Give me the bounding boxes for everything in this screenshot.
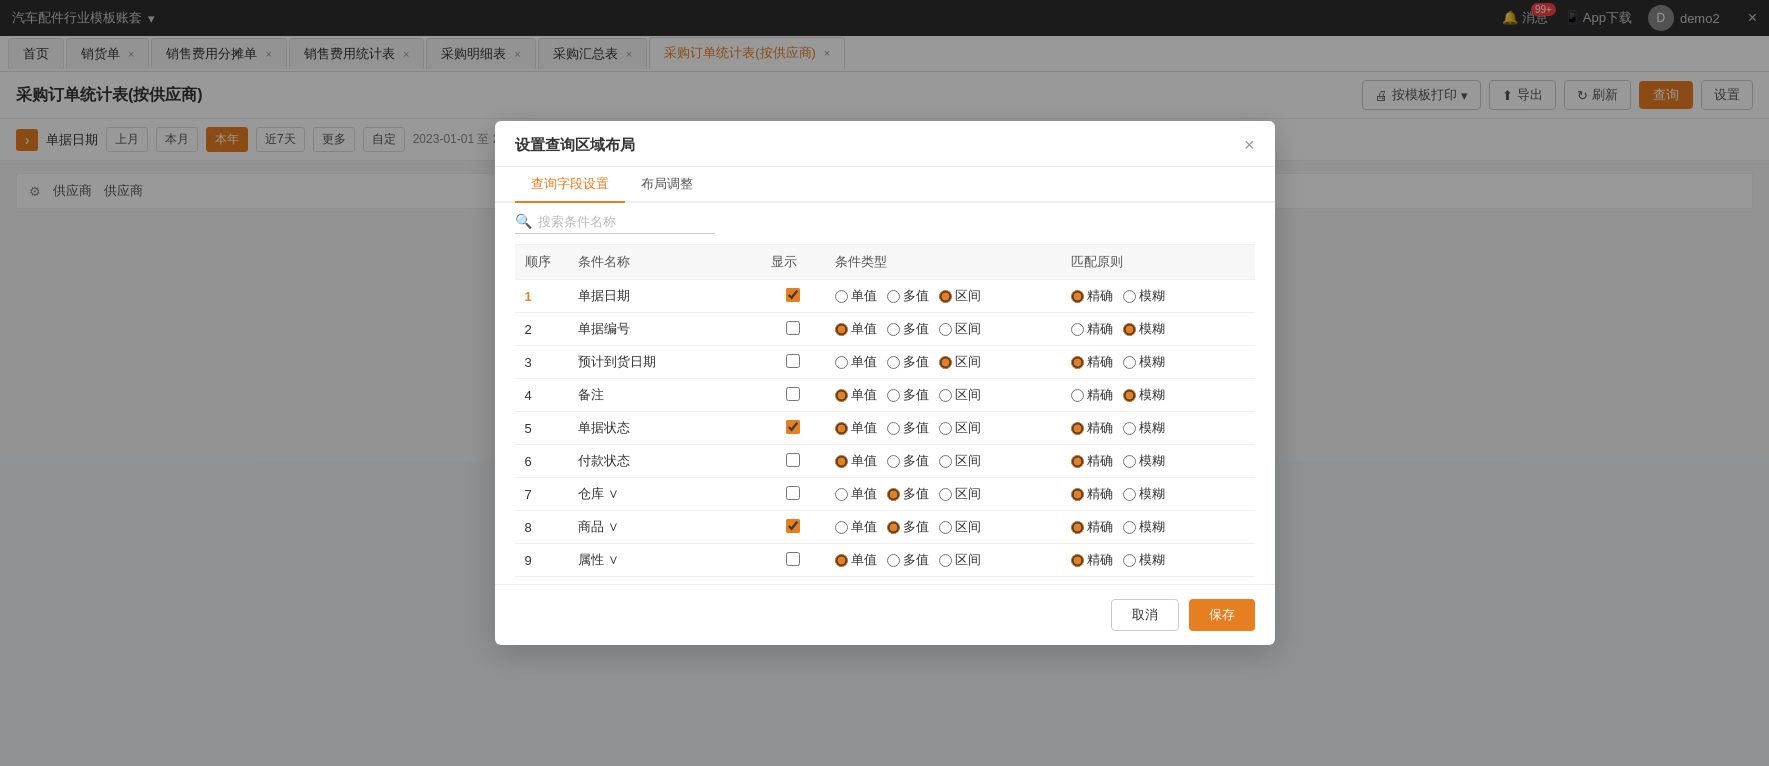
- cell-type: 单值多值区间: [825, 280, 1061, 313]
- modal-close-button[interactable]: ×: [1244, 135, 1255, 166]
- type-radio-多值-4[interactable]: [887, 389, 900, 402]
- type-radio-多值-5[interactable]: [887, 422, 900, 435]
- display-checkbox-6[interactable]: [786, 453, 800, 462]
- order-number: 1: [525, 289, 532, 304]
- cell-order: 5: [515, 412, 569, 445]
- table-row: 1 单据日期 单值多值区间精确模糊: [515, 280, 1255, 313]
- type-radio-单值-3[interactable]: [835, 356, 848, 369]
- display-checkbox-2[interactable]: [786, 321, 800, 335]
- cell-display: [761, 313, 825, 346]
- display-checkbox-4[interactable]: [786, 387, 800, 401]
- cell-name: 备注: [568, 379, 761, 412]
- modal-table: 顺序 条件名称 显示 条件类型 匹配原则 1单据日期单值多值区间精确模糊2单据编…: [515, 244, 1255, 461]
- modal-table-body: 1单据日期单值多值区间精确模糊2单据编号单值多值区间精确模糊3预计到货日期单值多…: [515, 280, 1255, 462]
- cell-type: 单值多值区间: [825, 412, 1061, 445]
- cell-match: 精确模糊: [1061, 445, 1254, 462]
- modal-title: 设置查询区域布局: [515, 136, 635, 165]
- table-row: 5 单据状态 单值多值区间精确模糊: [515, 412, 1255, 445]
- cell-name: 单据日期: [568, 280, 761, 313]
- type-radio-区间-4[interactable]: [939, 389, 952, 402]
- order-number: 6: [525, 454, 532, 462]
- cell-match: 精确模糊: [1061, 412, 1254, 445]
- table-row: 4 备注 单值多值区间精确模糊: [515, 379, 1255, 412]
- cell-match: 精确模糊: [1061, 280, 1254, 313]
- cell-display: [761, 412, 825, 445]
- type-radio-区间-6[interactable]: [939, 455, 952, 462]
- cell-match: 精确模糊: [1061, 313, 1254, 346]
- modal-tabs: 查询字段设置 布局调整: [495, 167, 1275, 203]
- cell-display: [761, 280, 825, 313]
- type-radio-单值-4[interactable]: [835, 389, 848, 402]
- search-icon: 🔍: [515, 213, 532, 229]
- cell-name: 单据状态: [568, 412, 761, 445]
- match-radio-精确-4[interactable]: [1071, 389, 1084, 402]
- search-box: 🔍: [515, 213, 715, 234]
- cell-order: 4: [515, 379, 569, 412]
- th-match: 匹配原则: [1061, 245, 1254, 280]
- type-radio-区间-3[interactable]: [939, 356, 952, 369]
- match-radio-精确-6[interactable]: [1071, 455, 1084, 462]
- order-number: 5: [525, 421, 532, 436]
- search-input[interactable]: [538, 214, 698, 229]
- cell-order: 3: [515, 346, 569, 379]
- type-radio-单值-6[interactable]: [835, 455, 848, 462]
- cell-display: [761, 379, 825, 412]
- order-number: 2: [525, 322, 532, 337]
- cell-type: 单值多值区间: [825, 313, 1061, 346]
- cell-match: 精确模糊: [1061, 346, 1254, 379]
- table-row: 3 预计到货日期 单值多值区间精确模糊: [515, 346, 1255, 379]
- type-radio-单值-1[interactable]: [835, 290, 848, 303]
- display-checkbox-1[interactable]: [786, 288, 800, 302]
- modal-search-area: 🔍: [495, 203, 1275, 244]
- table-row: 2 单据编号 单值多值区间精确模糊: [515, 313, 1255, 346]
- th-type: 条件类型: [825, 245, 1061, 280]
- modal-tab-layout[interactable]: 布局调整: [625, 167, 709, 203]
- order-number: 4: [525, 388, 532, 403]
- type-radio-多值-3[interactable]: [887, 356, 900, 369]
- cell-name: 预计到货日期: [568, 346, 761, 379]
- table-header-row: 顺序 条件名称 显示 条件类型 匹配原则: [515, 245, 1255, 280]
- cell-order: 2: [515, 313, 569, 346]
- type-radio-多值-6[interactable]: [887, 455, 900, 462]
- type-radio-单值-2[interactable]: [835, 323, 848, 336]
- settings-modal: 设置查询区域布局 × 查询字段设置 布局调整 🔍 顺序: [495, 121, 1275, 461]
- match-radio-模糊-3[interactable]: [1123, 356, 1136, 369]
- match-radio-模糊-2[interactable]: [1123, 323, 1136, 336]
- modal-tab-query-fields[interactable]: 查询字段设置: [515, 167, 625, 203]
- modal-table-wrap: 顺序 条件名称 显示 条件类型 匹配原则 1单据日期单值多值区间精确模糊2单据编…: [495, 244, 1275, 461]
- cell-order: 1: [515, 280, 569, 313]
- cell-type: 单值多值区间: [825, 346, 1061, 379]
- match-radio-模糊-6[interactable]: [1123, 455, 1136, 462]
- order-number: 3: [525, 355, 532, 370]
- match-radio-精确-2[interactable]: [1071, 323, 1084, 336]
- cell-name: 单据编号: [568, 313, 761, 346]
- cell-match: 精确模糊: [1061, 379, 1254, 412]
- modal-header: 设置查询区域布局 ×: [495, 121, 1275, 167]
- cell-order: 6: [515, 445, 569, 462]
- match-radio-精确-3[interactable]: [1071, 356, 1084, 369]
- th-display: 显示: [761, 245, 825, 280]
- cell-display: [761, 445, 825, 462]
- table-row: 6 付款状态 单值多值区间精确模糊: [515, 445, 1255, 462]
- display-checkbox-3[interactable]: [786, 354, 800, 368]
- type-radio-多值-1[interactable]: [887, 290, 900, 303]
- modal-overlay: 设置查询区域布局 × 查询字段设置 布局调整 🔍 顺序: [0, 0, 1769, 461]
- cell-type: 单值多值区间: [825, 445, 1061, 462]
- cell-name: 付款状态: [568, 445, 761, 462]
- match-radio-精确-5[interactable]: [1071, 422, 1084, 435]
- th-order: 顺序: [515, 245, 569, 280]
- cell-type: 单值多值区间: [825, 379, 1061, 412]
- cell-display: [761, 346, 825, 379]
- display-checkbox-5[interactable]: [786, 420, 800, 434]
- match-radio-模糊-1[interactable]: [1123, 290, 1136, 303]
- type-radio-区间-1[interactable]: [939, 290, 952, 303]
- type-radio-区间-2[interactable]: [939, 323, 952, 336]
- type-radio-多值-2[interactable]: [887, 323, 900, 336]
- match-radio-模糊-5[interactable]: [1123, 422, 1136, 435]
- th-name: 条件名称: [568, 245, 761, 280]
- type-radio-区间-5[interactable]: [939, 422, 952, 435]
- type-radio-单值-5[interactable]: [835, 422, 848, 435]
- match-radio-精确-1[interactable]: [1071, 290, 1084, 303]
- match-radio-模糊-4[interactable]: [1123, 389, 1136, 402]
